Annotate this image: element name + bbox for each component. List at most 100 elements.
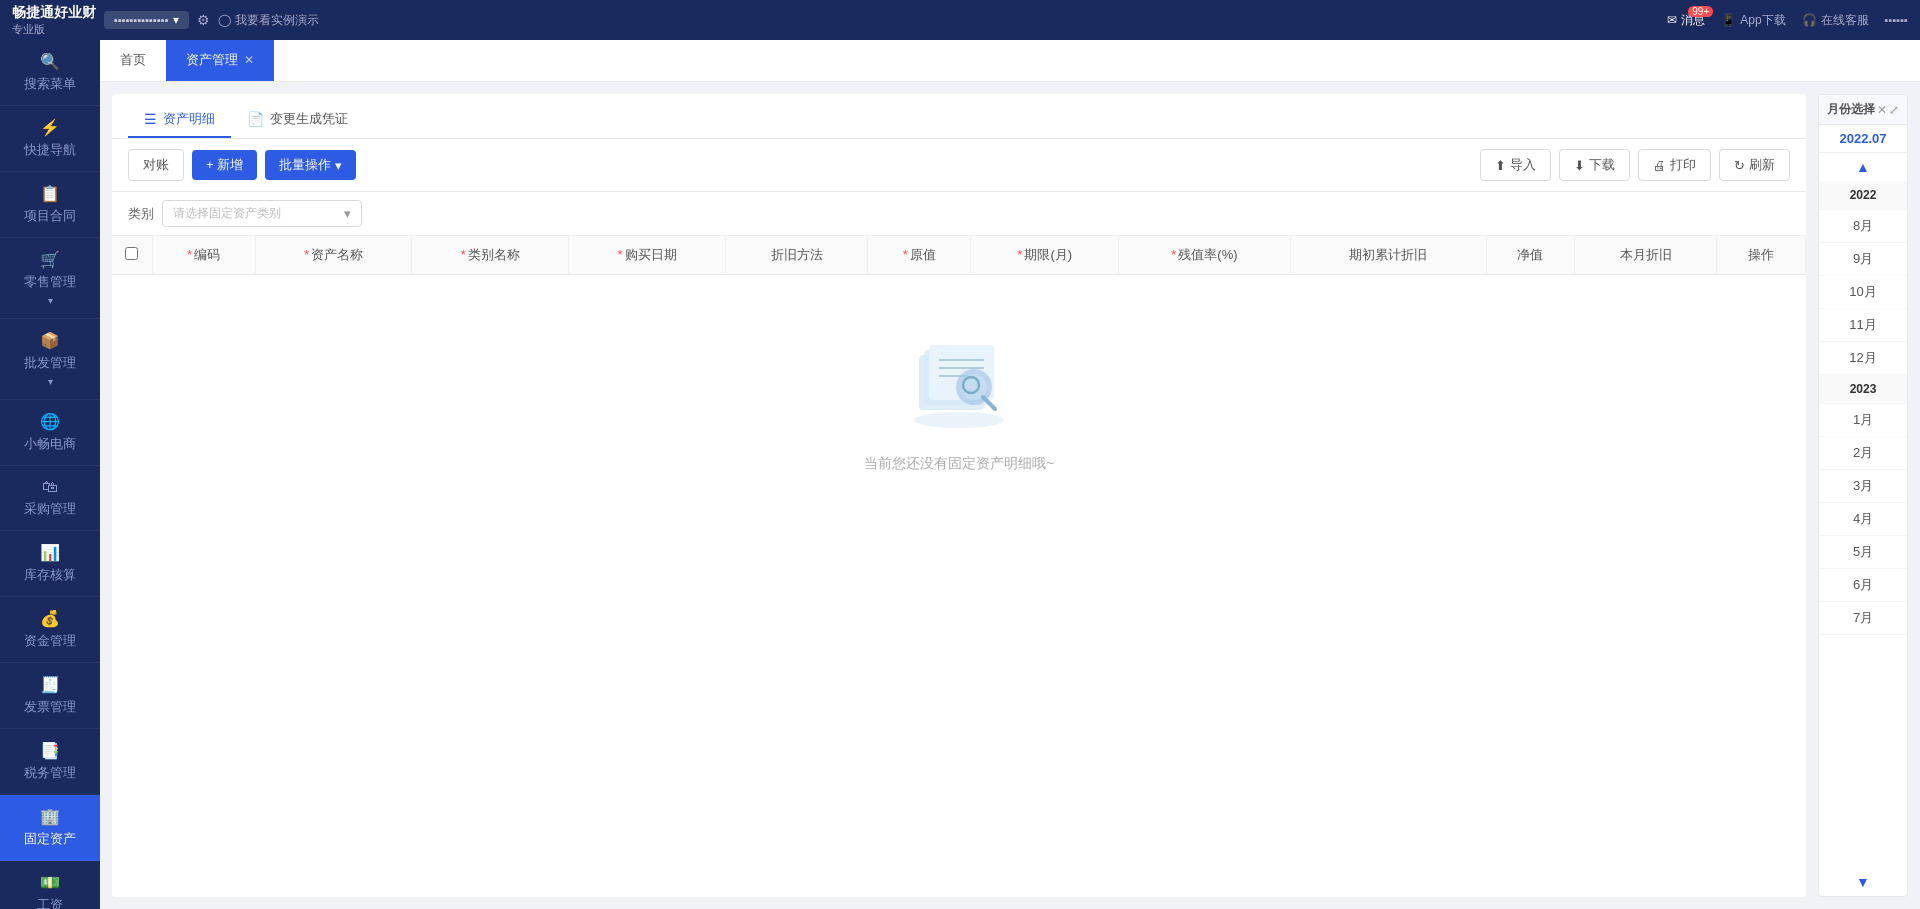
sidebar-label-ecom: 小畅电商 [24, 435, 76, 453]
tax-icon: 📑 [40, 741, 60, 760]
user-menu[interactable]: ▪▪▪▪▪▪ [1885, 13, 1908, 27]
subtab-detail[interactable]: ☰ 资产明细 [128, 104, 231, 138]
add-button[interactable]: + 新增 [192, 150, 257, 180]
sidebar-label-tax: 税务管理 [24, 764, 76, 782]
month-item[interactable]: 6月 [1819, 569, 1907, 602]
select-all-checkbox[interactable] [125, 247, 138, 260]
sidebar-label-project: 项目合同 [24, 207, 76, 225]
month-item[interactable]: 10月 [1819, 276, 1907, 309]
top-bar: 畅捷通好业财 专业版 ▪▪▪▪▪▪▪▪▪▪▪▪▪▪ ▾ ⚙ ◯ 我要看实例演示 … [0, 0, 1920, 40]
month-list: 20228月9月10月11月12月20231月2月3月4月5月6月7月 [1819, 181, 1907, 868]
app-download-button[interactable]: 📱 App下载 [1721, 12, 1785, 29]
salary-icon: 💵 [40, 873, 60, 892]
empty-state: 当前您还没有固定资产明细哦~ [112, 275, 1806, 533]
detail-icon: ☰ [144, 111, 157, 127]
download-button[interactable]: ⬇ 下载 [1559, 149, 1630, 181]
month-item[interactable]: 4月 [1819, 503, 1907, 536]
col-method: 折旧方法 [725, 236, 867, 275]
sidebar-item-inventory[interactable]: 📊 库存核算 [0, 531, 100, 597]
company-selector[interactable]: ▪▪▪▪▪▪▪▪▪▪▪▪▪▪ ▾ [104, 11, 189, 29]
sidebar-item-retail[interactable]: 🛒零售管理▾ [0, 238, 100, 319]
main-layout: 🔍搜索菜单⚡快捷导航📋项目合同🛒零售管理▾📦批发管理▾🌐小畅电商🛍采购管理📊库存… [0, 40, 1920, 909]
month-item[interactable]: 9月 [1819, 243, 1907, 276]
sidebar-item-purchase[interactable]: 🛍 采购管理 [0, 466, 100, 531]
month-item[interactable]: 12月 [1819, 342, 1907, 375]
month-item[interactable]: 1月 [1819, 404, 1907, 437]
col-original: *原值 [868, 236, 971, 275]
project-icon: 📋 [40, 184, 60, 203]
month-panel: 月份选择 ✕ ⤢ 2022.07 ▲ 20228月9月10月11月12月2023… [1818, 94, 1908, 897]
sidebar-label-salary: 工资 [37, 896, 63, 909]
sidebar-label-inventory: 库存核算 [24, 566, 76, 584]
logo: 畅捷通好业财 专业版 [12, 4, 96, 37]
subtab-voucher[interactable]: 📄 变更生成凭证 [231, 104, 364, 138]
col-checkbox [112, 236, 152, 275]
category-select[interactable]: 请选择固定资产类别 ▾ [162, 200, 362, 227]
sidebar-label-retail: 零售管理 [24, 273, 76, 291]
svg-point-0 [914, 412, 1004, 428]
col-accumulated: 期初累计折旧 [1290, 236, 1486, 275]
content-area: 首页 资产管理 ✕ ☰ 资产明细 📄 变更生成凭证 [100, 40, 1920, 909]
retail-icon: 🛒 [40, 250, 60, 269]
col-code: *编码 [152, 236, 255, 275]
online-service-button[interactable]: 🎧 在线客服 [1802, 12, 1869, 29]
sidebar-item-finance[interactable]: 💰资金管理 [0, 597, 100, 663]
tab-asset[interactable]: 资产管理 ✕ [166, 40, 274, 81]
sidebar-item-project[interactable]: 📋 项目合同 [0, 172, 100, 238]
purchase-icon: 🛍 [42, 478, 58, 496]
sidebar-item-tax[interactable]: 📑 税务管理 [0, 729, 100, 795]
message-button[interactable]: ✉ 消息 99+ [1667, 12, 1705, 29]
sidebar: 🔍搜索菜单⚡快捷导航📋项目合同🛒零售管理▾📦批发管理▾🌐小畅电商🛍采购管理📊库存… [0, 40, 100, 909]
asset-table: *编码 *资产名称 *类别名称 *购买日期 折旧方法 *原值 *期限(月) *残… [112, 236, 1806, 275]
sidebar-item-search[interactable]: 🔍搜索菜单 [0, 40, 100, 106]
sidebar-label-purchase: 采购管理 [24, 500, 76, 518]
col-residual: *残值率(%) [1119, 236, 1291, 275]
filter-label: 类别 [128, 205, 154, 223]
month-item[interactable]: 2月 [1819, 437, 1907, 470]
sidebar-item-fixedasset[interactable]: 🏢固定资产 [0, 795, 100, 861]
month-nav-down-btn[interactable]: ▼ [1850, 872, 1876, 892]
main-panel: ☰ 资产明细 📄 变更生成凭证 对账 + 新增 批量操作 ▾ [112, 94, 1806, 897]
close-month-panel-icon[interactable]: ✕ [1877, 103, 1887, 117]
month-item[interactable]: 8月 [1819, 210, 1907, 243]
refresh-button[interactable]: ↻ 刷新 [1719, 149, 1790, 181]
month-item[interactable]: 11月 [1819, 309, 1907, 342]
sidebar-label-quicknav: 快捷导航 [24, 141, 76, 159]
sidebar-item-batch[interactable]: 📦批发管理▾ [0, 319, 100, 400]
month-nav-down: ▼ [1819, 868, 1907, 896]
col-category: *类别名称 [412, 236, 569, 275]
sidebar-label-invoice: 发票管理 [24, 698, 76, 716]
match-button[interactable]: 对账 [128, 149, 184, 181]
tab-bar: 首页 资产管理 ✕ [100, 40, 1920, 82]
message-badge: 99+ [1688, 6, 1713, 17]
expand-month-panel-icon[interactable]: ⤢ [1889, 103, 1899, 117]
sidebar-item-salary[interactable]: 💵 工资 [0, 861, 100, 909]
month-item[interactable]: 5月 [1819, 536, 1907, 569]
month-item[interactable]: 7月 [1819, 602, 1907, 635]
tab-close-icon[interactable]: ✕ [244, 53, 254, 67]
print-button[interactable]: 🖨 打印 [1638, 149, 1711, 181]
quicknav-icon: ⚡ [40, 118, 60, 137]
settings-icon[interactable]: ⚙ [197, 12, 210, 28]
month-item[interactable]: 3月 [1819, 470, 1907, 503]
tab-home[interactable]: 首页 [100, 40, 166, 81]
sidebar-item-invoice[interactable]: 🧾 发票管理 [0, 663, 100, 729]
top-bar-left: 畅捷通好业财 专业版 ▪▪▪▪▪▪▪▪▪▪▪▪▪▪ ▾ ⚙ ◯ 我要看实例演示 [12, 4, 319, 37]
sub-tabs: ☰ 资产明细 📄 变更生成凭证 [112, 94, 1806, 139]
inventory-icon: 📊 [40, 543, 60, 562]
month-nav-up-btn[interactable]: ▲ [1850, 157, 1876, 177]
sidebar-label-fixedasset: 固定资产 [24, 830, 76, 848]
year-2023-label: 2023 [1819, 375, 1907, 404]
empty-text: 当前您还没有固定资产明细哦~ [864, 455, 1054, 473]
demo-link[interactable]: ◯ 我要看实例演示 [218, 12, 319, 29]
sidebar-item-ecom[interactable]: 🌐小畅电商 [0, 400, 100, 466]
sidebar-label-batch: 批发管理 [24, 354, 76, 372]
col-monthdepr: 本月折旧 [1575, 236, 1717, 275]
sidebar-item-quicknav[interactable]: ⚡ 快捷导航 [0, 106, 100, 172]
top-bar-right: ✉ 消息 99+ 📱 App下载 🎧 在线客服 ▪▪▪▪▪▪ [1667, 12, 1908, 29]
invoice-icon: 🧾 [40, 675, 60, 694]
batch-button[interactable]: 批量操作 ▾ [265, 150, 356, 180]
col-buydate: *购买日期 [569, 236, 726, 275]
toolbar: 对账 + 新增 批量操作 ▾ ⬆ 导入 ⬇ 下载 [112, 139, 1806, 192]
import-button[interactable]: ⬆ 导入 [1480, 149, 1551, 181]
